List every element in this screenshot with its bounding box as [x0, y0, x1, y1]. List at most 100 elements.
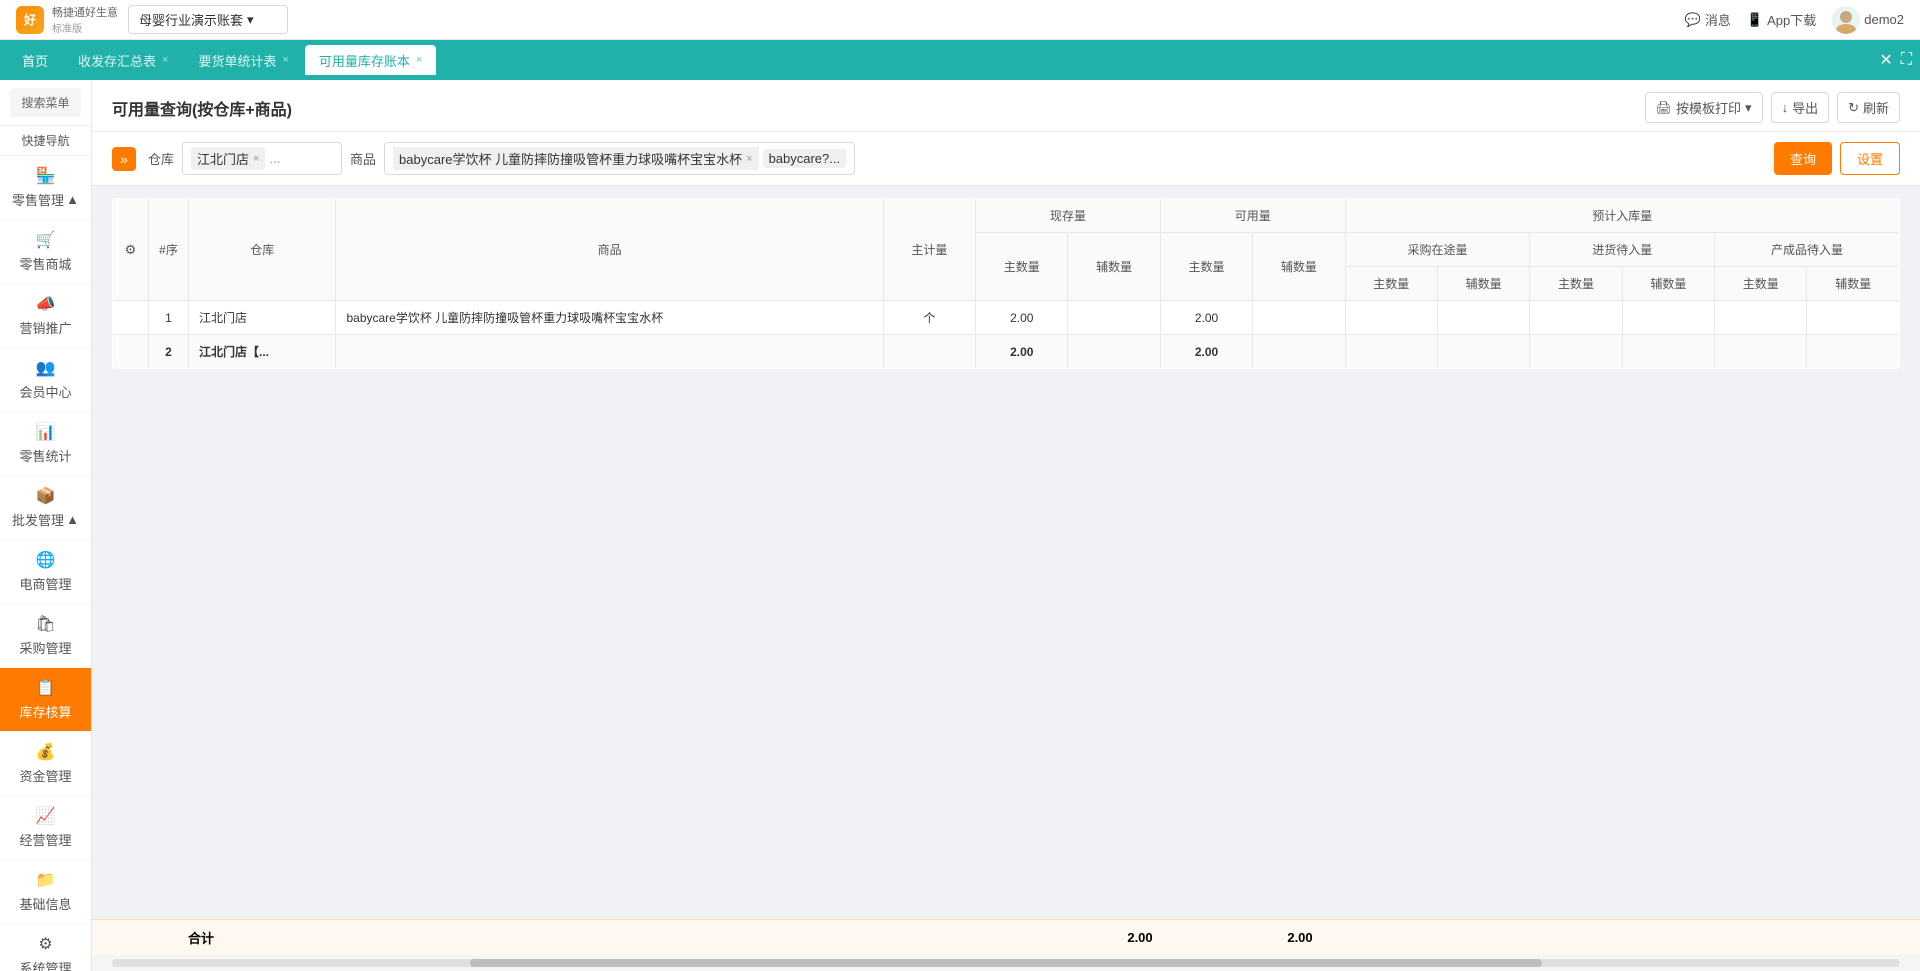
sidebar-item-wholesale[interactable]: 📦 批发管理 ▲ — [0, 476, 91, 540]
summary-avail-aux — [1340, 928, 1420, 947]
username-label: demo2 — [1864, 12, 1904, 27]
sidebar-item-marketing[interactable]: 📣 营销推广 — [0, 284, 91, 348]
col-product-header: 商品 — [336, 199, 883, 301]
logo-text-wrap: 畅捷通好生意 标准版 — [52, 4, 118, 35]
scroll-bar-area — [92, 955, 1920, 971]
sidebar-item-retail-stats[interactable]: 📊 零售统计 — [0, 412, 91, 476]
summary-purchase-aux — [1500, 928, 1580, 947]
expand-icon-2: ▲ — [66, 512, 79, 527]
quick-nav-btn[interactable]: 快捷导航 — [0, 126, 91, 156]
table-row: 2 江北门店【... 2.00 2.00 — [113, 335, 1900, 369]
industry-select[interactable]: 母婴行业演示账套 ▾ — [128, 5, 288, 34]
tab-available-stock-label: 可用量库存账本 — [319, 51, 410, 70]
close-tab-0-icon[interactable]: × — [162, 54, 168, 66]
product-tag-2: babycare?... — [763, 149, 847, 168]
chevron-down-icon: ▾ — [247, 12, 254, 28]
basic-icon: 📁 — [36, 870, 56, 890]
warehouse-filter-label: 仓库 — [148, 149, 174, 168]
close-window-icon[interactable]: ✕ — [1879, 50, 1892, 70]
industry-select-label: 母婴行业演示账套 — [139, 10, 243, 29]
col-settings-header[interactable]: ⚙ — [113, 199, 149, 301]
product-tag-1-remove[interactable]: × — [746, 153, 752, 165]
row2-avail-aux — [1253, 335, 1345, 369]
row1-avail-main: 2.00 — [1160, 301, 1252, 335]
export-btn[interactable]: ↓ 导出 — [1771, 92, 1830, 123]
sidebar-item-system[interactable]: ⚙ 系统管理 — [0, 924, 91, 971]
stats-icon: 📊 — [36, 422, 56, 442]
tab-home[interactable]: 首页 — [8, 45, 62, 75]
col-stock-main-qty-header: 主数量 — [976, 233, 1068, 301]
expand-icon: ▲ — [66, 192, 79, 207]
row2-stock-aux — [1068, 335, 1160, 369]
query-btn[interactable]: 查询 — [1774, 142, 1832, 175]
close-tab-2-icon[interactable]: × — [416, 54, 422, 66]
row2-prod-aux — [1807, 335, 1900, 369]
row1-purchase-aux — [1437, 301, 1529, 335]
sidebar-item-basic-info[interactable]: 📁 基础信息 — [0, 860, 91, 924]
tab-order-stats[interactable]: 要货单统计表 × — [184, 45, 302, 75]
sidebar: 搜索菜单 快捷导航 🏪 零售管理 ▲ 🛒 零售商城 📣 营销推广 👥 会员中心 … — [0, 80, 92, 971]
inventory-icon: 📋 — [36, 678, 56, 698]
logo-subtext: 标准版 — [52, 20, 118, 35]
tab-available-stock[interactable]: 可用量库存账本 × — [305, 45, 436, 75]
row2-stock-main: 2.00 — [976, 335, 1068, 369]
summary-settings-cell — [112, 928, 148, 947]
col-prod-aux-header: 辅数量 — [1807, 267, 1900, 301]
warehouse-tag-remove[interactable]: × — [253, 153, 259, 165]
scroll-thumb[interactable] — [470, 959, 1543, 967]
home-label: 首页 — [22, 51, 48, 70]
logo-text: 畅捷通好生意 — [52, 4, 118, 20]
product-filter-input[interactable]: babycare学饮杯 儿童防摔防撞吸管杯重力球吸嘴杯宝宝水杯 × babyca… — [384, 142, 855, 175]
setting-btn[interactable]: 设置 — [1840, 142, 1900, 175]
logo-area: 好 畅捷通好生意 标准版 — [16, 4, 118, 35]
refresh-icon: ↻ — [1848, 100, 1859, 116]
warehouse-more-icon[interactable]: ... — [269, 151, 280, 166]
col-warehouse-header: 仓库 — [189, 199, 336, 301]
system-icon: ⚙ — [38, 934, 52, 954]
sidebar-item-retail-mall[interactable]: 🛒 零售商城 — [0, 220, 91, 284]
print-chevron-icon: ▾ — [1745, 100, 1752, 116]
purchase-icon: 🛍 — [35, 614, 55, 634]
row1-prod-main — [1715, 301, 1807, 335]
tab-receive-summary[interactable]: 收发存汇总表 × — [64, 45, 182, 75]
row2-prod-main — [1715, 335, 1807, 369]
app-download-btn[interactable]: 📱 App下载 — [1747, 10, 1816, 29]
sidebar-item-retail-mgmt[interactable]: 🏪 零售管理 ▲ — [0, 156, 91, 220]
col-prod-main-header: 主数量 — [1715, 267, 1807, 301]
summary-label: 合计 — [188, 931, 214, 946]
row1-settings-cell — [113, 301, 149, 335]
close-tab-1-icon[interactable]: × — [282, 54, 288, 66]
user-area[interactable]: demo2 — [1832, 6, 1904, 34]
sidebar-item-finance[interactable]: 💰 资金管理 — [0, 732, 91, 796]
row1-purchase-main — [1345, 301, 1437, 335]
warehouse-filter-input[interactable]: 江北门店 × ... — [182, 142, 342, 175]
message-icon: 💬 — [1685, 12, 1701, 28]
avatar — [1832, 6, 1860, 34]
filter-expand-btn[interactable]: » — [112, 147, 136, 171]
row2-no: 2 — [149, 335, 189, 369]
col-available-header: 可用量 — [1160, 199, 1345, 233]
sidebar-item-inventory[interactable]: 📋 库存核算 — [0, 668, 91, 732]
refresh-btn[interactable]: ↻ 刷新 — [1837, 92, 1900, 123]
row2-warehouse: 江北门店【... — [189, 335, 336, 369]
col-forecast-header: 预计入库量 — [1345, 199, 1899, 233]
sidebar-item-operations[interactable]: 📈 经营管理 — [0, 796, 91, 860]
export-icon: ↓ — [1782, 100, 1789, 115]
content-area: 可用量查询(按仓库+商品) 🖨 按模板打印 ▾ ↓ 导出 ↻ 刷新 » — [92, 80, 1920, 971]
col-stock-aux-qty-header: 辅数量 — [1068, 233, 1160, 301]
sidebar-item-ecom[interactable]: 🌐 电商管理 — [0, 540, 91, 604]
summary-table: 合计 2.00 2.00 — [112, 928, 1900, 947]
sidebar-item-member[interactable]: 👥 会员中心 — [0, 348, 91, 412]
row2-main-unit — [883, 335, 975, 369]
settings-icon: ⚙ — [125, 242, 137, 257]
col-incoming-header: 进货待入量 — [1530, 233, 1715, 267]
col-main-unit-header: 主计量 — [883, 199, 975, 301]
maximize-icon[interactable]: ⛶ — [1901, 51, 1912, 69]
search-menu-btn[interactable]: 搜索菜单 — [10, 88, 81, 117]
print-btn[interactable]: 🖨 按模板打印 ▾ — [1645, 92, 1763, 123]
retail-icon: 🏪 — [36, 166, 56, 186]
message-btn[interactable]: 💬 消息 — [1685, 10, 1731, 29]
sidebar-item-purchase[interactable]: 🛍 采购管理 — [0, 604, 91, 668]
summary-unit-cell — [1040, 928, 1100, 947]
scroll-bar[interactable] — [112, 959, 1900, 967]
